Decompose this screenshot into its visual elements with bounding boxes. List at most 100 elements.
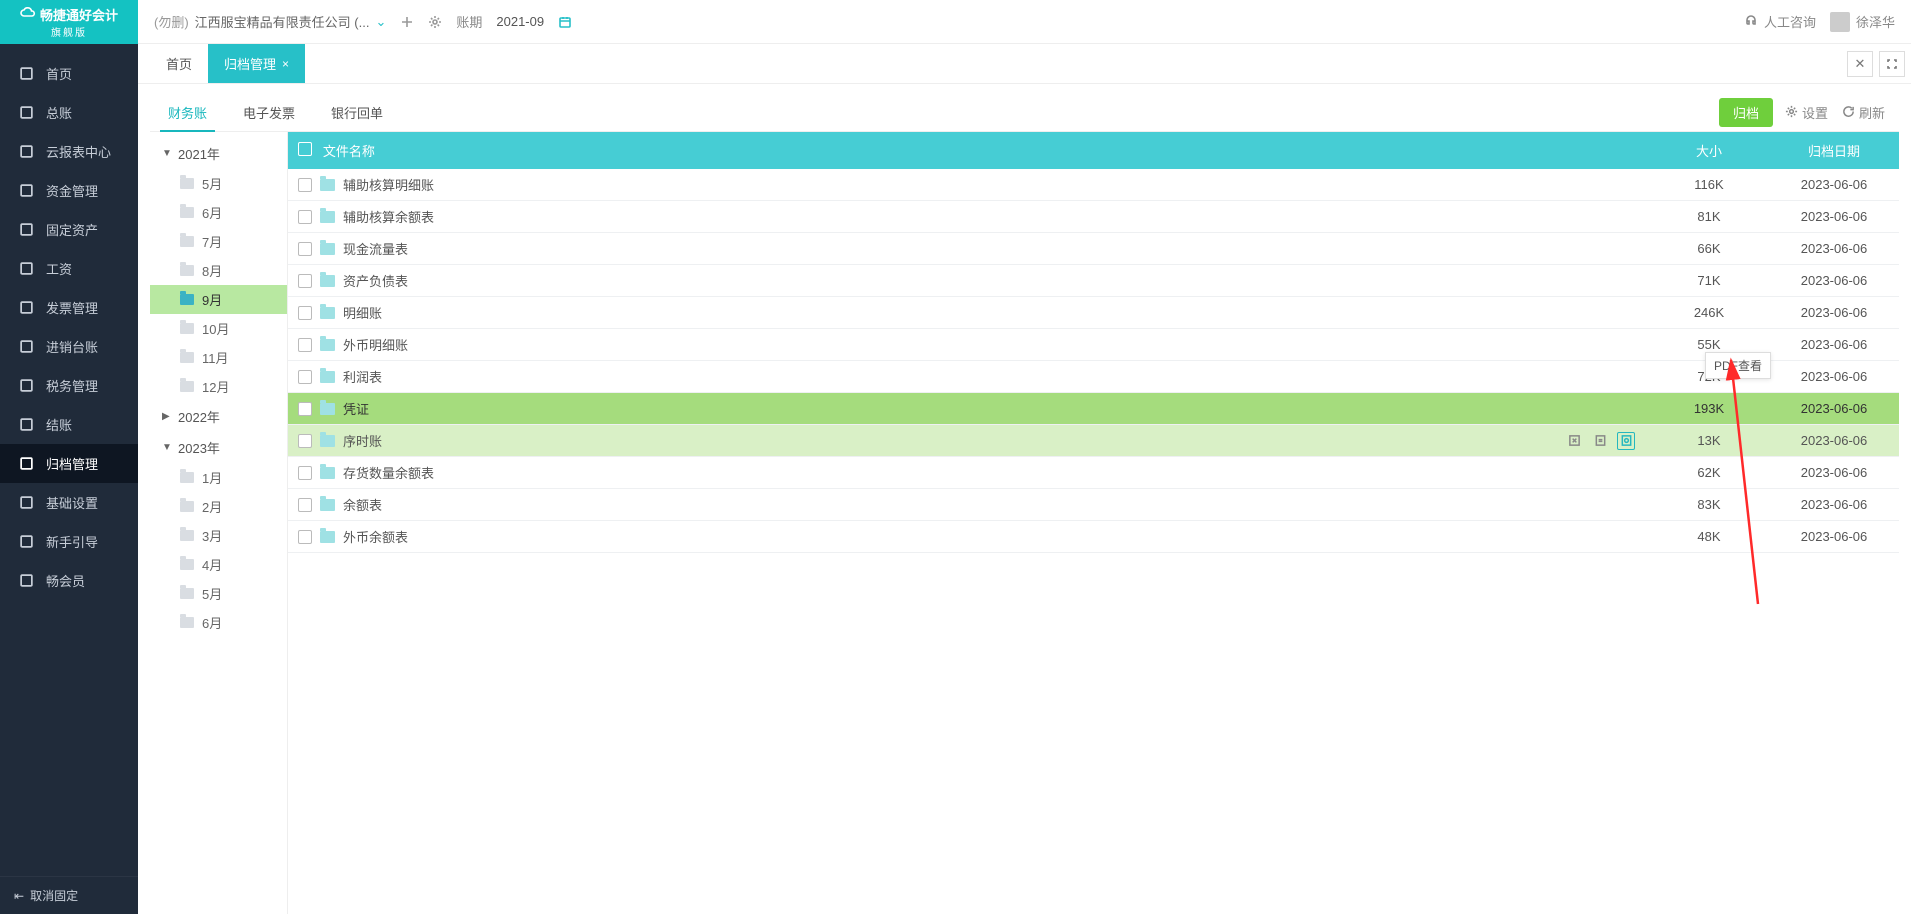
subtab[interactable]: 银行回单 [313,94,401,131]
tree-month[interactable]: 4月 [150,550,287,579]
table-row[interactable]: 利润表 72K 2023-06-06 [288,361,1899,393]
sidebar-item-stock[interactable]: 进销台账 [0,327,138,366]
stock-icon [18,339,34,355]
asset-icon [18,222,34,238]
tree-year[interactable]: ▼2023年 [150,432,287,463]
col-date: 归档日期 [1769,132,1899,169]
table-row[interactable]: 明细账 246K 2023-06-06 [288,297,1899,329]
tree-year[interactable]: ▼2021年 [150,138,287,169]
table-row[interactable]: 余额表 83K 2023-06-06 [288,489,1899,521]
table-row[interactable]: 外币明细账 55K 2023-06-06 [288,329,1899,361]
tree-month[interactable]: 9月 [150,285,287,314]
tree-month-label: 9月 [202,290,222,309]
archive-icon [18,456,34,472]
tree-month[interactable]: 5月 [150,579,287,608]
file-size: 66K [1649,233,1769,265]
folder-icon [320,371,335,383]
settings-link[interactable]: 设置 [1785,103,1828,122]
folder-icon [320,243,335,255]
file-name: 资产负债表 [343,271,408,290]
calendar-icon[interactable] [558,15,572,29]
company-settings-button[interactable] [428,15,442,29]
sidebar-item-tax[interactable]: 税务管理 [0,366,138,405]
row-checkbox[interactable] [298,434,312,448]
download-excel-icon[interactable] [1565,432,1583,450]
tree-month[interactable]: 11月 [150,343,287,372]
folder-icon [180,381,194,392]
table-row[interactable]: 辅助核算明细账 116K 2023-06-06 [288,169,1899,201]
table-row[interactable]: 外币余额表 48K 2023-06-06 [288,521,1899,553]
fullscreen-button[interactable] [1879,51,1905,77]
refresh-link[interactable]: 刷新 [1842,103,1885,122]
sidebar-unpin[interactable]: ⇤ 取消固定 [0,876,138,914]
headset-icon [1744,13,1758,30]
support-link[interactable]: 人工咨询 [1744,12,1816,31]
tree-year-label: 2023年 [178,438,220,457]
table-row[interactable]: 凭证 193K 2023-06-06 [288,393,1899,425]
tree-month[interactable]: 6月 [150,608,287,637]
sidebar-item-gear[interactable]: 基础设置 [0,483,138,522]
archive-button[interactable]: 归档 [1719,98,1773,127]
sidebar-item-vip[interactable]: 畅会员 [0,561,138,600]
subtab[interactable]: 财务账 [150,94,225,131]
row-checkbox[interactable] [298,498,312,512]
chevron-down-icon: ⌄ [375,14,386,30]
sidebar-item-close-period[interactable]: 结账 [0,405,138,444]
tree-month[interactable]: 5月 [150,169,287,198]
add-company-button[interactable] [400,15,414,29]
row-checkbox[interactable] [298,370,312,384]
sidebar-item-asset[interactable]: 固定资产 [0,210,138,249]
sidebar-item-salary[interactable]: 工资 [0,249,138,288]
row-checkbox[interactable] [298,306,312,320]
tree-month[interactable]: 8月 [150,256,287,285]
page-tab[interactable]: 归档管理× [208,44,305,83]
tree-month[interactable]: 3月 [150,521,287,550]
row-checkbox[interactable] [298,242,312,256]
row-checkbox[interactable] [298,530,312,544]
sidebar-item-chart[interactable]: 云报表中心 [0,132,138,171]
tree-month-label: 4月 [202,555,222,574]
sidebar-item-archive[interactable]: 归档管理 [0,444,138,483]
sidebar-item-guide[interactable]: 新手引导 [0,522,138,561]
row-checkbox[interactable] [298,338,312,352]
sidebar-item-wallet[interactable]: 资金管理 [0,171,138,210]
subtab[interactable]: 电子发票 [225,94,313,131]
sidebar-item-invoice[interactable]: 发票管理 [0,288,138,327]
table-row[interactable]: 序时账 13K 2023-06-06 [288,425,1899,457]
archive-panel: 财务账电子发票银行回单 归档 设置 刷新 ▼2021年5月6月7月8月9月10月… [138,84,1911,914]
sidebar-item-ledger[interactable]: 总账 [0,93,138,132]
brand-logo: 畅捷通好会计 旗舰版 [0,0,138,44]
company-selector[interactable]: (勿删) 江西服宝精品有限责任公司 (... ⌄ [154,12,386,31]
user-menu[interactable]: 徐泽华 [1830,12,1895,32]
col-name: 文件名称 [323,144,375,159]
row-checkbox[interactable] [298,210,312,224]
table-row[interactable]: 辅助核算余额表 81K 2023-06-06 [288,201,1899,233]
sidebar: 畅捷通好会计 旗舰版 首页总账云报表中心资金管理固定资产工资发票管理进销台账税务… [0,0,138,914]
page-tab[interactable]: 首页 [150,44,208,83]
select-all-checkbox[interactable] [298,142,312,156]
tree-month[interactable]: 1月 [150,463,287,492]
file-date: 2023-06-06 [1769,393,1899,425]
pdf-view-icon[interactable] [1617,432,1635,450]
close-icon[interactable]: × [282,57,289,71]
row-checkbox[interactable] [298,178,312,192]
file-size: 55K [1649,329,1769,361]
tree-month[interactable]: 12月 [150,372,287,401]
close-tab-button[interactable]: ✕ [1847,51,1873,77]
tree-month[interactable]: 6月 [150,198,287,227]
download-pdf-icon[interactable] [1591,432,1609,450]
row-checkbox[interactable] [298,466,312,480]
table-row[interactable]: 存货数量余额表 62K 2023-06-06 [288,457,1899,489]
table-row[interactable]: 现金流量表 66K 2023-06-06 [288,233,1899,265]
row-checkbox[interactable] [298,274,312,288]
folder-icon [180,588,194,599]
row-checkbox[interactable] [298,402,312,416]
tree-month[interactable]: 10月 [150,314,287,343]
support-label: 人工咨询 [1764,12,1816,31]
tree-year[interactable]: ▶2022年 [150,401,287,432]
tree-month[interactable]: 2月 [150,492,287,521]
table-row[interactable]: 资产负债表 71K 2023-06-06 [288,265,1899,297]
sidebar-item-home[interactable]: 首页 [0,54,138,93]
file-size: 72K [1649,361,1769,393]
tree-month[interactable]: 7月 [150,227,287,256]
